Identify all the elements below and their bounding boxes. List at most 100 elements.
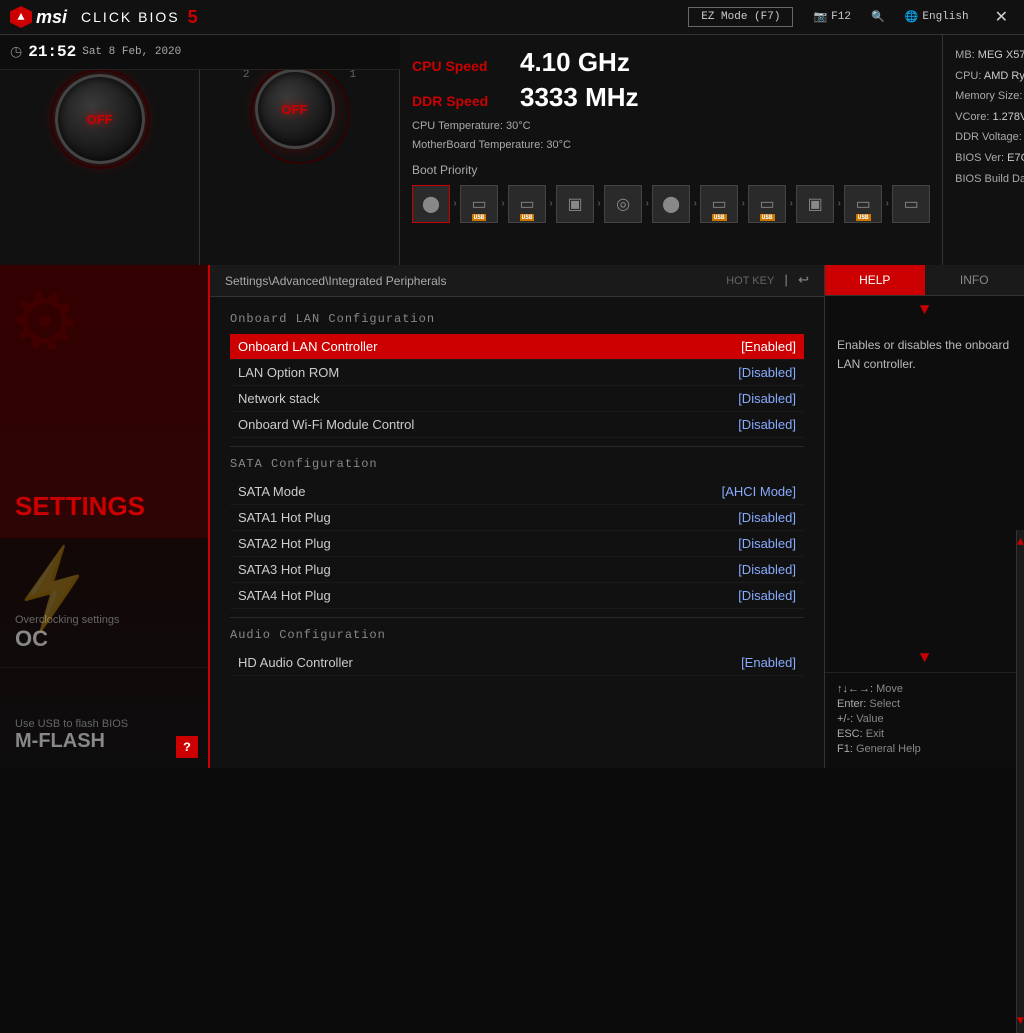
hd-audio-row[interactable]: HD Audio Controller [Enabled] <box>230 650 804 676</box>
f1-action: General Help <box>856 743 921 755</box>
network-stack-value: [Disabled] <box>738 391 796 406</box>
cpu-temp-value: 30°C <box>506 120 531 132</box>
boot-usb-icon-4: ▭ <box>760 194 775 214</box>
boot-device-8[interactable]: ▭ USB <box>748 185 786 223</box>
ez-mode-button[interactable]: EZ Mode (F7) <box>688 7 793 27</box>
network-stack-row[interactable]: Network stack [Disabled] <box>230 386 804 412</box>
sata-mode-value: [AHCI Mode] <box>722 484 796 499</box>
scroll-down-icon[interactable]: ▼ <box>1017 1014 1024 1028</box>
sata2-hotplug-name: SATA2 Hot Plug <box>238 536 331 551</box>
ddr-speed-row: DDR Speed 3333 MHz <box>412 82 930 113</box>
hotkey-label: HOT KEY <box>726 275 774 287</box>
logo-area: ▲ msi CLICK BIOS 5 <box>10 6 198 28</box>
nav-hint-move: ↑↓←→: Move <box>837 683 1012 695</box>
a-xmp-knob[interactable]: OFF <box>255 69 345 159</box>
sata4-hotplug-row[interactable]: SATA4 Hot Plug [Disabled] <box>230 583 804 609</box>
divider-1 <box>230 446 804 447</box>
f12-button[interactable]: 📷 F12 <box>813 10 851 24</box>
sidebar-item-oc[interactable]: ⚡ Overclocking settings OC <box>0 538 208 668</box>
camera-icon: 📷 <box>813 10 827 24</box>
help-tab[interactable]: HELP <box>825 265 925 295</box>
bios-ver-row: BIOS Ver: E7C35AMS.A20 <box>955 150 1024 168</box>
nav-hint-enter: Enter: Select <box>837 698 1012 710</box>
boot-device-9[interactable]: ▣ <box>796 185 834 223</box>
language-button[interactable]: 🌐 English <box>905 10 969 24</box>
lan-controller-row[interactable]: Onboard LAN Controller [Enabled] <box>230 334 804 360</box>
vcore-row: VCore: 1.278V <box>955 109 1024 127</box>
enter-action: Select <box>869 698 900 710</box>
sata-section-header: SATA Configuration <box>230 457 804 471</box>
boot-device-11[interactable]: ▭ <box>892 185 930 223</box>
hotkey-back-button[interactable]: ↩ <box>798 273 809 288</box>
divider-2 <box>230 617 804 618</box>
cpu-speed-row: CPU Speed 4.10 GHz <box>412 47 930 78</box>
bios-version: 5 <box>188 7 198 28</box>
arrow-down-icon: ▼ <box>920 301 930 319</box>
lan-option-rom-row[interactable]: LAN Option ROM [Disabled] <box>230 360 804 386</box>
sata-mode-row[interactable]: SATA Mode [AHCI Mode] <box>230 479 804 505</box>
boot-usb-icon-5: ▭ <box>856 194 871 214</box>
language-label: English <box>922 11 968 23</box>
sata2-hotplug-row[interactable]: SATA2 Hot Plug [Disabled] <box>230 531 804 557</box>
help-question-button[interactable]: ? <box>176 736 198 758</box>
boot-device-7[interactable]: ▭ USB <box>700 185 738 223</box>
f1-key: F1: <box>837 743 853 755</box>
help-info-tabs: HELP INFO <box>825 265 1024 296</box>
info-tab[interactable]: INFO <box>925 265 1024 295</box>
sidebar-item-settings[interactable]: ⚙ SETTINGS <box>0 265 208 538</box>
boot-device-1[interactable]: ⬤ <box>412 185 450 223</box>
search-button[interactable]: 🔍 <box>871 10 885 24</box>
ddr-voltage-label: DDR Voltage: <box>955 131 1022 143</box>
sata4-hotplug-value: [Disabled] <box>738 588 796 603</box>
xmp-number-right: 1 <box>350 69 357 81</box>
boot-device-5[interactable]: ◎ <box>604 185 642 223</box>
wifi-control-row[interactable]: Onboard Wi-Fi Module Control [Disabled] <box>230 412 804 438</box>
audio-section-header: Audio Configuration <box>230 628 804 642</box>
cpu-info-panel: CPU Speed 4.10 GHz DDR Speed 3333 MHz CP… <box>400 35 943 265</box>
sata3-hotplug-row[interactable]: SATA3 Hot Plug [Disabled] <box>230 557 804 583</box>
boot-arrow-1: › <box>452 199 458 210</box>
move-action: Move <box>876 683 903 695</box>
wifi-control-name: Onboard Wi-Fi Module Control <box>238 417 414 432</box>
sata1-hotplug-row[interactable]: SATA1 Hot Plug [Disabled] <box>230 505 804 531</box>
usb-label-5: USB <box>856 214 871 221</box>
sata3-hotplug-value: [Disabled] <box>738 562 796 577</box>
boot-device-4[interactable]: ▣ <box>556 185 594 223</box>
network-stack-name: Network stack <box>238 391 320 406</box>
clock-icon: ◷ <box>10 44 22 61</box>
close-button[interactable]: ✕ <box>989 5 1014 29</box>
lan-controller-value: [Enabled] <box>741 339 796 354</box>
cpu-mb-value: AMD Ryzen 7 2700X Eight-Core Processor <box>984 70 1024 82</box>
left-sidebar: ⚙ SETTINGS ⚡ Overclocking settings OC Us… <box>0 265 210 768</box>
mflash-sublabel: Use USB to flash BIOS <box>15 718 193 730</box>
center-controls: EZ Mode (F7) 📷 F12 🔍 🌐 English ✕ <box>688 5 1014 29</box>
bottom-section: ⚙ SETTINGS ⚡ Overclocking settings OC Us… <box>0 265 1024 768</box>
hd-audio-value: [Enabled] <box>741 655 796 670</box>
boot-optical-icon: ◎ <box>616 194 630 214</box>
vcore-label: VCore: <box>955 111 989 123</box>
ddr-voltage-row: DDR Voltage: 1.364V <box>955 129 1024 147</box>
scroll-up-icon[interactable]: ▲ <box>1017 535 1024 549</box>
boot-device-3[interactable]: ▭ USB <box>508 185 546 223</box>
mb-info-panel: MB: MEG X570 UNIFY (MS-7C35) CPU: AMD Ry… <box>943 35 1024 265</box>
knob-ring <box>50 69 150 169</box>
boot-device-6[interactable]: ⬤ <box>652 185 690 223</box>
cpu-temp-label: CPU Temperature: <box>412 120 503 132</box>
help-description: Enables or disables the onboard LAN cont… <box>837 336 1012 374</box>
boot-device-10[interactable]: ▭ USB <box>844 185 882 223</box>
cpu-speed-label: CPU Speed <box>412 58 512 74</box>
date-display: Sat 8 Feb, 2020 <box>82 46 181 58</box>
boot-arrow-5: › <box>644 199 650 210</box>
settings-label: SETTINGS <box>15 491 193 522</box>
boot-disk-icon: ⬤ <box>422 194 440 214</box>
game-boost-knob[interactable]: OFF <box>55 74 145 164</box>
mb-temp-label: MotherBoard Temperature: <box>412 139 543 151</box>
mb-temp-value: 30°C <box>546 139 571 151</box>
enter-key: Enter: <box>837 698 866 710</box>
right-help-panel: HELP INFO ▼ Enables or disables the onbo… <box>824 265 1024 768</box>
boot-arrow-9: › <box>836 199 842 210</box>
boot-hdd-icon: ▣ <box>567 194 582 214</box>
hotkey-area: HOT KEY | ↩ <box>726 273 809 288</box>
value-action: Value <box>856 713 883 725</box>
boot-device-2[interactable]: ▭ USB <box>460 185 498 223</box>
